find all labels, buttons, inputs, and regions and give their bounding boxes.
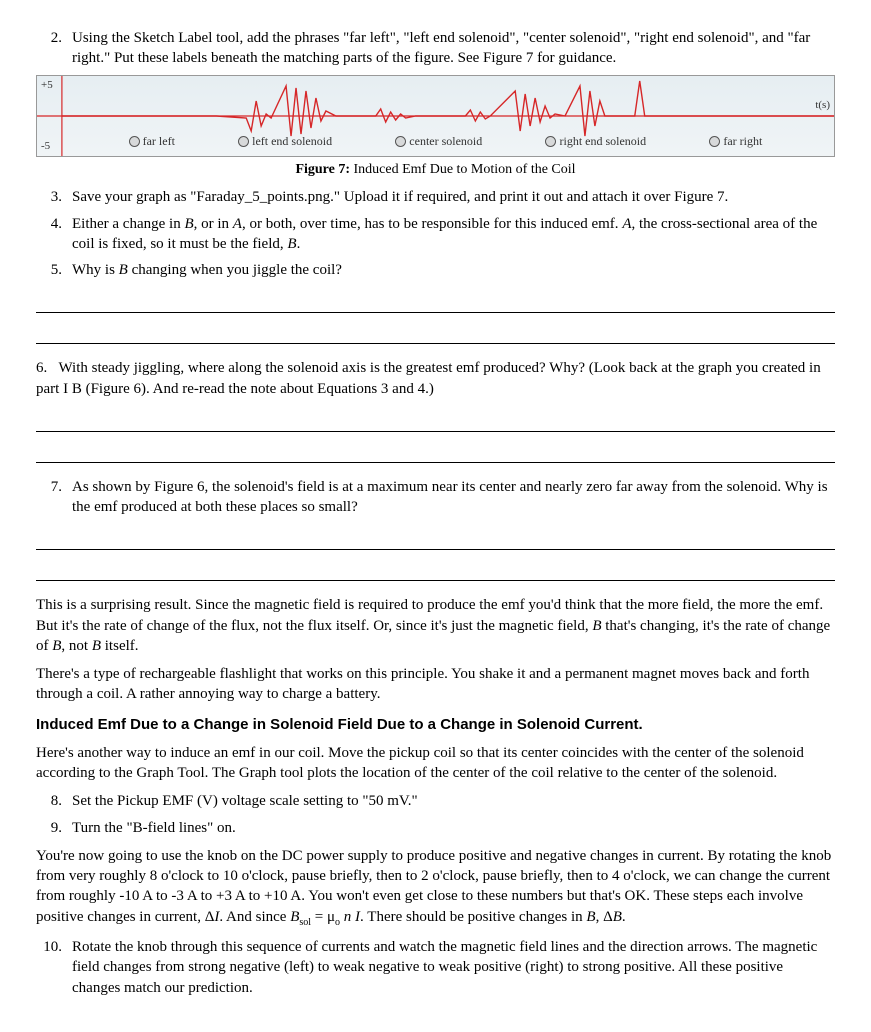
answer-lines-q6 bbox=[36, 405, 835, 463]
var-B: B bbox=[184, 216, 193, 232]
caption-bold: Figure 7: bbox=[295, 162, 350, 177]
section-heading: Induced Emf Due to a Change in Solenoid … bbox=[36, 715, 835, 735]
var-B: B bbox=[290, 909, 299, 925]
list-number: 3. bbox=[36, 187, 72, 207]
text: , or in bbox=[194, 216, 233, 232]
figure-graph: +5 -5 t(s) far left left end solenoid ce… bbox=[36, 75, 835, 157]
question-text: Why is B changing when you jiggle the co… bbox=[72, 260, 835, 280]
explanation-para-1: This is a surprising result. Since the m… bbox=[36, 595, 835, 656]
question-text: Save your graph as "Faraday_5_points.png… bbox=[72, 187, 835, 207]
var-B: B bbox=[586, 909, 595, 925]
var-B: B bbox=[92, 638, 101, 654]
question-3: 3. Save your graph as "Faraday_5_points.… bbox=[36, 187, 835, 207]
text: . bbox=[297, 236, 301, 252]
answer-line bbox=[36, 286, 835, 313]
intro-para: Here's another way to induce an emf in o… bbox=[36, 743, 835, 784]
label-text: far left bbox=[143, 133, 175, 149]
label-right-end: right end solenoid bbox=[545, 133, 646, 149]
figure-caption: Figure 7: Induced Emf Due to Motion of t… bbox=[36, 161, 835, 180]
list-number: 4. bbox=[36, 214, 72, 255]
text: Either a change in bbox=[72, 216, 184, 232]
answer-line bbox=[36, 436, 835, 463]
figure-7: +5 -5 t(s) far left left end solenoid ce… bbox=[36, 75, 835, 180]
text: , or both, over time, has to be responsi… bbox=[242, 216, 622, 232]
answer-line bbox=[36, 523, 835, 550]
subscript: sol bbox=[299, 917, 311, 928]
list-number: 2. bbox=[36, 28, 72, 69]
list-number: 10. bbox=[36, 937, 72, 998]
circle-icon bbox=[238, 136, 249, 147]
question-text: Turn the "B-field lines" on. bbox=[72, 818, 835, 838]
label-text: right end solenoid bbox=[559, 133, 646, 149]
text: itself. bbox=[101, 638, 139, 654]
text: , Δ bbox=[596, 909, 613, 925]
text: . bbox=[622, 909, 626, 925]
label-center: center solenoid bbox=[395, 133, 482, 149]
list-number: 7. bbox=[36, 477, 72, 518]
graph-labels-row: far left left end solenoid center soleno… bbox=[37, 133, 834, 149]
question-text: As shown by Figure 6, the solenoid's fie… bbox=[72, 477, 835, 518]
var-nI: n I bbox=[340, 909, 360, 925]
question-2: 2. Using the Sketch Label tool, add the … bbox=[36, 28, 835, 69]
question-text: Using the Sketch Label tool, add the phr… bbox=[72, 28, 835, 69]
circle-icon bbox=[395, 136, 406, 147]
text: changing when you jiggle the coil? bbox=[128, 262, 342, 278]
question-7: 7. As shown by Figure 6, the solenoid's … bbox=[36, 477, 835, 518]
question-8: 8. Set the Pickup EMF (V) voltage scale … bbox=[36, 791, 835, 811]
question-text: Rotate the knob through this sequence of… bbox=[72, 937, 835, 998]
answer-line bbox=[36, 405, 835, 432]
text: . There should be positive changes in bbox=[360, 909, 586, 925]
question-text: Either a change in B, or in A, or both, … bbox=[72, 214, 835, 255]
var-B: B bbox=[592, 618, 601, 634]
question-text: Set the Pickup EMF (V) voltage scale set… bbox=[72, 791, 835, 811]
explanation-para-2: There's a type of rechargeable flashligh… bbox=[36, 664, 835, 705]
caption-text: Induced Emf Due to Motion of the Coil bbox=[350, 162, 576, 177]
text: Why is bbox=[72, 262, 119, 278]
list-number: 9. bbox=[36, 818, 72, 838]
var-B: B bbox=[119, 262, 128, 278]
answer-lines-q7 bbox=[36, 523, 835, 581]
label-far-right: far right bbox=[709, 133, 762, 149]
label-left-end: left end solenoid bbox=[238, 133, 332, 149]
circle-icon bbox=[545, 136, 556, 147]
var-A: A bbox=[233, 216, 242, 232]
circle-icon bbox=[129, 136, 140, 147]
list-number: 8. bbox=[36, 791, 72, 811]
question-5: 5. Why is B changing when you jiggle the… bbox=[36, 260, 835, 280]
question-10: 10. Rotate the knob through this sequenc… bbox=[36, 937, 835, 998]
label-text: left end solenoid bbox=[252, 133, 332, 149]
question-text: With steady jiggling, where along the so… bbox=[36, 360, 821, 396]
text: . And since bbox=[219, 909, 290, 925]
label-far-left: far left bbox=[129, 133, 175, 149]
instruction-para: You're now going to use the knob on the … bbox=[36, 846, 835, 929]
label-text: far right bbox=[723, 133, 762, 149]
answer-line bbox=[36, 554, 835, 581]
answer-lines-q5 bbox=[36, 286, 835, 344]
text: , not bbox=[61, 638, 91, 654]
list-number: 5. bbox=[36, 260, 72, 280]
circle-icon bbox=[709, 136, 720, 147]
list-number: 6. bbox=[36, 360, 47, 376]
var-B: B bbox=[287, 236, 296, 252]
question-9: 9. Turn the "B-field lines" on. bbox=[36, 818, 835, 838]
text: = μ bbox=[311, 909, 335, 925]
label-text: center solenoid bbox=[409, 133, 482, 149]
answer-line bbox=[36, 317, 835, 344]
question-6: 6. With steady jiggling, where along the… bbox=[36, 358, 835, 399]
var-B: B bbox=[613, 909, 622, 925]
question-4: 4. Either a change in B, or in A, or bot… bbox=[36, 214, 835, 255]
